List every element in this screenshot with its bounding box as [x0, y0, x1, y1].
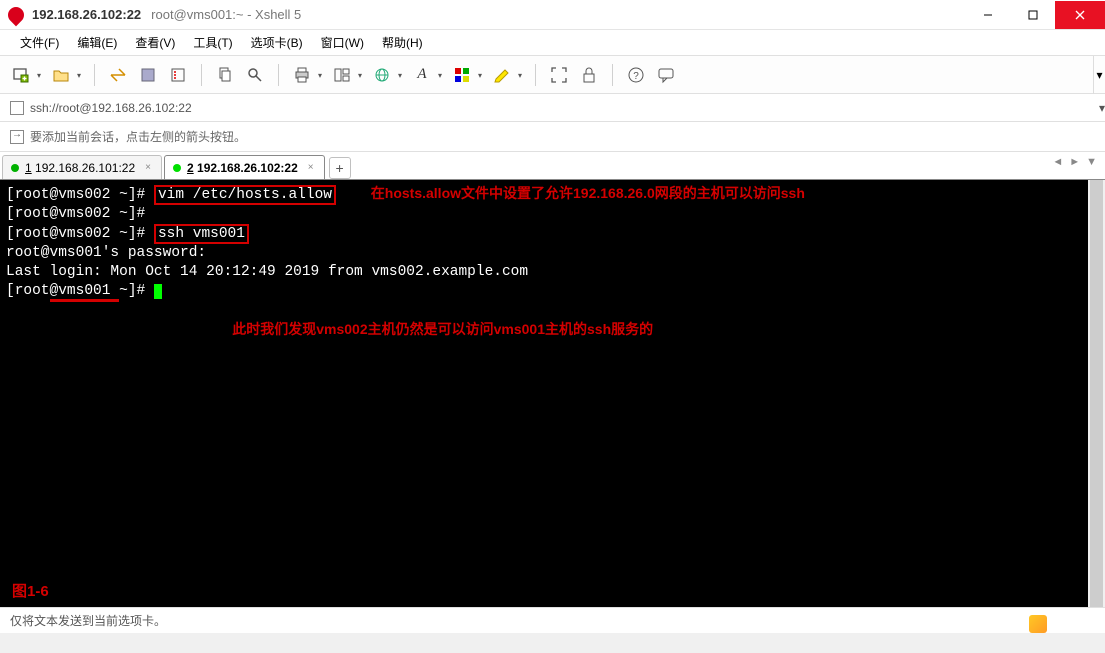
status-dot-icon — [173, 164, 181, 172]
print-icon[interactable] — [289, 62, 315, 88]
terminal-output: [root@vms002 ~]# vim /etc/hosts.allow 在h… — [6, 184, 1099, 341]
watermark-text: 创新互联 — [1051, 616, 1099, 633]
menu-window[interactable]: 窗口(W) — [313, 31, 372, 54]
toolbar-separator — [94, 64, 95, 86]
terminal[interactable]: [root@vms002 ~]# vim /etc/hosts.allow 在h… — [0, 180, 1105, 607]
title-address: 192.168.26.102:22 — [32, 7, 141, 22]
globe-icon[interactable] — [369, 62, 395, 88]
menu-bar: 文件(F) 编辑(E) 查看(V) 工具(T) 选项卡(B) 窗口(W) 帮助(… — [0, 30, 1105, 56]
tab-list-icon[interactable]: ▼ — [1084, 156, 1099, 168]
menu-help[interactable]: 帮助(H) — [374, 31, 431, 54]
reconnect-icon[interactable] — [105, 62, 131, 88]
toolbar-separator — [201, 64, 202, 86]
toolbar: A ? ▾ — [0, 56, 1105, 94]
close-tab-icon[interactable]: × — [308, 162, 314, 173]
open-session-icon[interactable] — [48, 62, 74, 88]
figure-label: 图1-6 — [12, 582, 49, 601]
tab-label: 192.168.26.101:22 — [35, 161, 135, 175]
menu-tabs[interactable]: 选项卡(B) — [243, 31, 311, 54]
session-tab-2[interactable]: 2 192.168.26.102:22 × — [164, 155, 325, 179]
tab-label: 192.168.26.102:22 — [197, 161, 298, 175]
hint-arrow-icon[interactable] — [10, 130, 24, 144]
maximize-button[interactable] — [1010, 1, 1055, 29]
copy-icon[interactable] — [212, 62, 238, 88]
new-session-icon[interactable] — [8, 62, 34, 88]
status-bar: 仅将文本发送到当前选项卡。 — [0, 607, 1105, 633]
annotation: 此时我们发现vms002主机仍然是可以访问vms001主机的ssh服务的 — [232, 321, 653, 337]
toolbar-separator — [278, 64, 279, 86]
terminal-scrollbar[interactable] — [1088, 180, 1105, 607]
feedback-icon[interactable] — [653, 62, 679, 88]
toolbar-overflow[interactable]: ▾ — [1093, 56, 1105, 94]
highlight-box: vim /etc/hosts.allow — [154, 185, 336, 205]
layout-icon[interactable] — [329, 62, 355, 88]
disconnect-icon[interactable] — [135, 62, 161, 88]
copy-address-icon[interactable] — [10, 101, 24, 115]
address-text: ssh://root@192.168.26.102:22 — [30, 101, 192, 115]
addressbar-overflow[interactable]: ▾ — [1099, 101, 1105, 115]
menu-tools[interactable]: 工具(T) — [185, 31, 240, 54]
font-icon[interactable]: A — [409, 62, 435, 88]
highlight-icon[interactable] — [489, 62, 515, 88]
properties-icon[interactable] — [165, 62, 191, 88]
close-button[interactable] — [1055, 1, 1105, 29]
add-tab-button[interactable]: + — [329, 157, 351, 179]
hint-bar: 要添加当前会话，点击左侧的箭头按钮。 — [0, 122, 1105, 152]
watermark-icon — [1029, 615, 1047, 633]
annotation: 在hosts.allow文件中设置了允许192.168.26.0网段的主机可以访… — [371, 185, 805, 201]
tab-next-icon[interactable]: ► — [1067, 156, 1082, 168]
menu-view[interactable]: 查看(V) — [127, 31, 183, 54]
menu-edit[interactable]: 编辑(E) — [69, 31, 125, 54]
session-tab-1[interactable]: 1 192.168.26.101:22 × — [2, 155, 162, 179]
terminal-cursor — [154, 284, 162, 299]
toolbar-separator — [535, 64, 536, 86]
underline-highlight: @vms001 — [50, 283, 120, 302]
tab-prev-icon[interactable]: ◄ — [1050, 156, 1065, 168]
app-icon — [5, 3, 28, 26]
toolbar-separator — [612, 64, 613, 86]
status-text: 仅将文本发送到当前选项卡。 — [10, 612, 166, 629]
minimize-button[interactable] — [965, 1, 1010, 29]
color-icon[interactable] — [449, 62, 475, 88]
help-icon[interactable]: ? — [623, 62, 649, 88]
menu-file[interactable]: 文件(F) — [12, 31, 67, 54]
tab-index: 1 — [25, 161, 32, 175]
status-dot-icon — [11, 164, 19, 172]
tab-bar: 1 192.168.26.101:22 × 2 192.168.26.102:2… — [0, 152, 1105, 180]
address-bar[interactable]: ssh://root@192.168.26.102:22 ▾ — [0, 94, 1105, 122]
watermark: 创新互联 — [1029, 615, 1099, 633]
hint-text: 要添加当前会话，点击左侧的箭头按钮。 — [30, 128, 246, 145]
svg-text:?: ? — [633, 71, 639, 82]
tab-index: 2 — [187, 161, 194, 175]
lock-icon[interactable] — [576, 62, 602, 88]
fullscreen-icon[interactable] — [546, 62, 572, 88]
title-bar: 192.168.26.102:22 root@vms001:~ - Xshell… — [0, 0, 1105, 30]
tab-nav: ◄ ► ▼ — [1050, 156, 1099, 168]
close-tab-icon[interactable]: × — [145, 162, 151, 173]
highlight-box: ssh vms001 — [154, 224, 249, 244]
find-icon[interactable] — [242, 62, 268, 88]
title-caption: root@vms001:~ - Xshell 5 — [151, 7, 301, 22]
